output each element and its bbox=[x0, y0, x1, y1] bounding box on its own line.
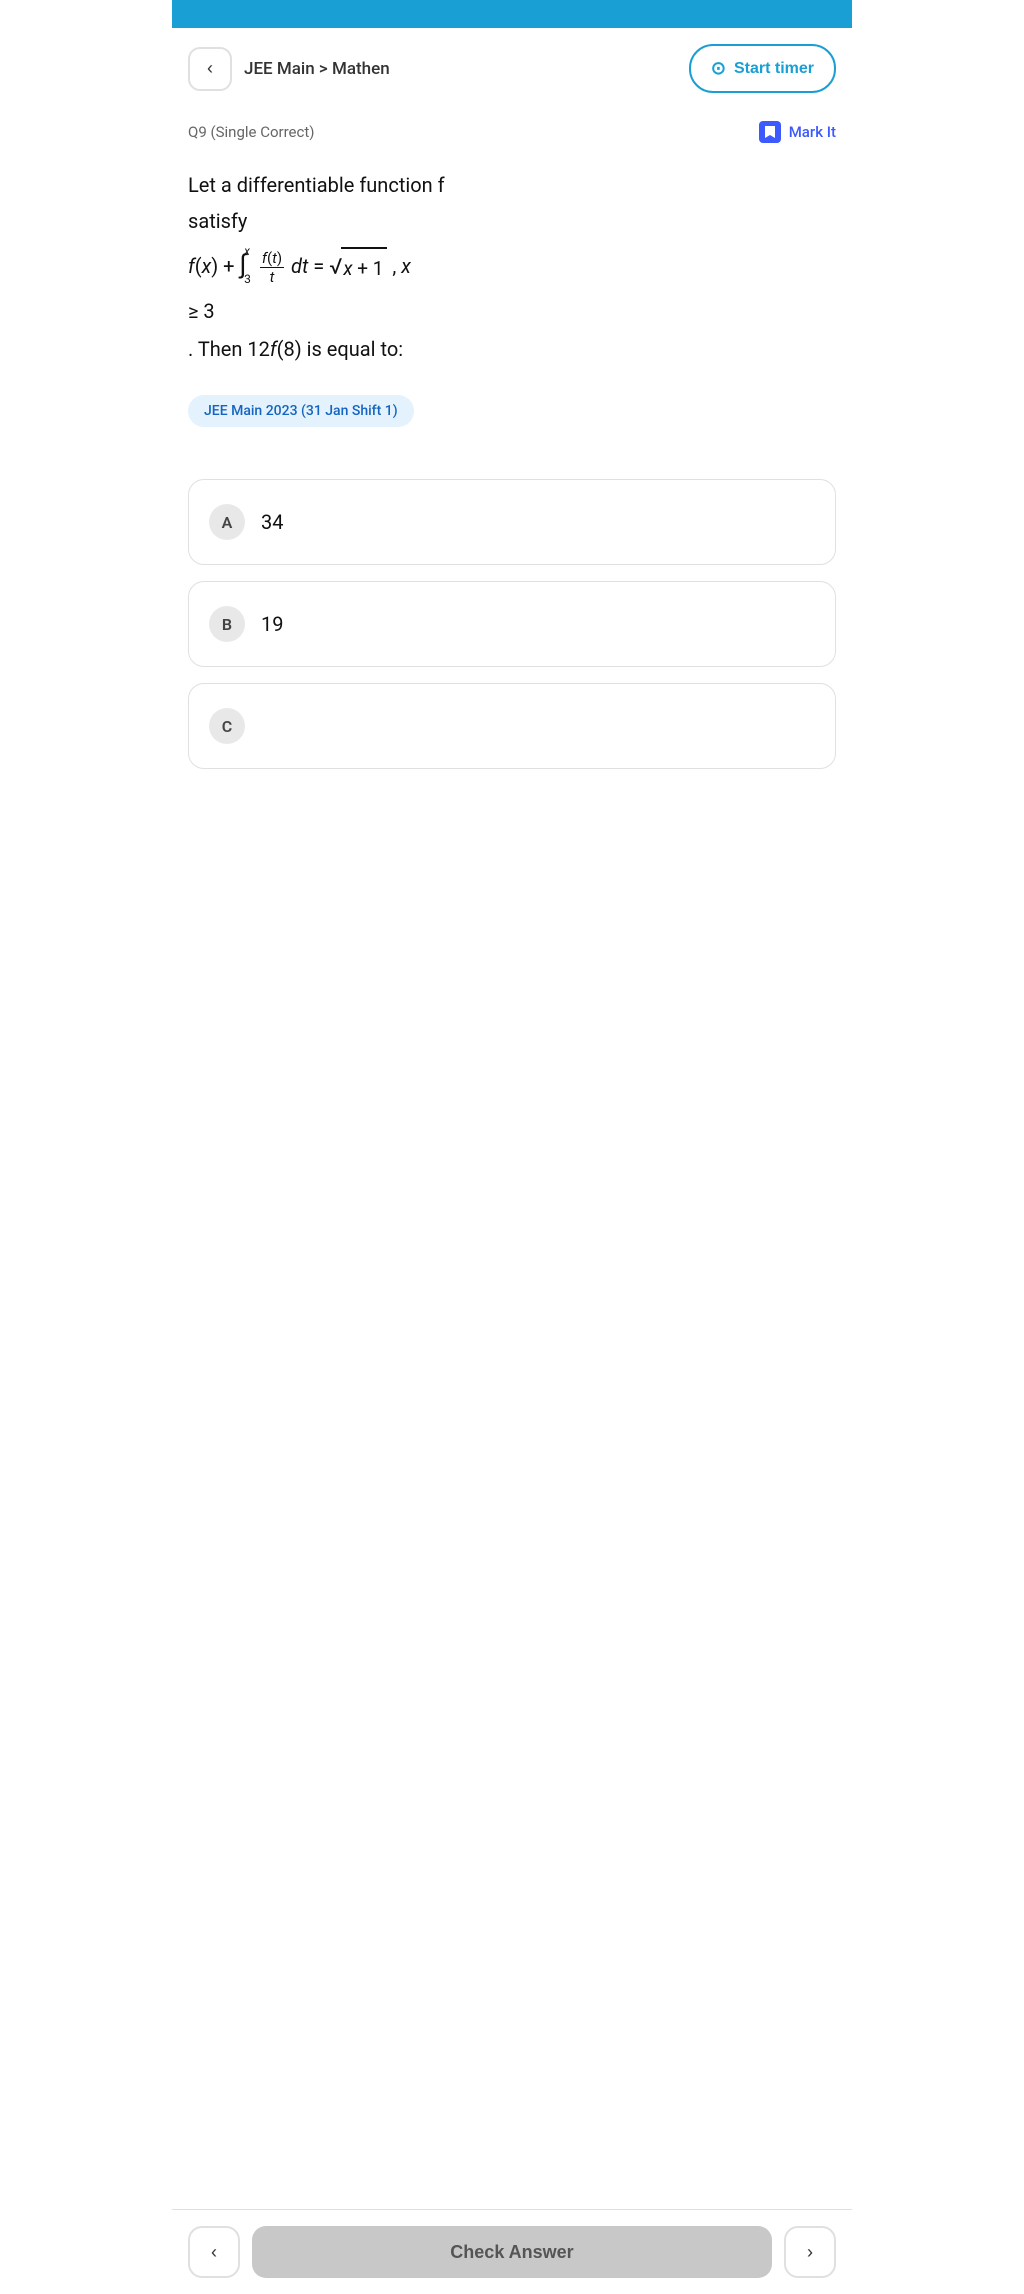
integral-limits: x 3 bbox=[244, 239, 251, 291]
start-timer-button[interactable]: ⊙ Start timer bbox=[689, 44, 836, 93]
option-a-value: 34 bbox=[261, 510, 283, 534]
status-bar bbox=[172, 0, 852, 28]
exam-tag: JEE Main 2023 (31 Jan Shift 1) bbox=[188, 395, 414, 427]
spacer-1 bbox=[172, 443, 852, 463]
option-c-card[interactable]: C bbox=[188, 683, 836, 769]
integral-expression: ∫ x 3 bbox=[239, 239, 252, 291]
question-type: Q9 (Single Correct) bbox=[188, 123, 314, 141]
question-text-line1: Let a differentiable function f bbox=[188, 167, 836, 203]
question-meta: Q9 (Single Correct) Mark It bbox=[172, 109, 852, 151]
check-answer-button[interactable]: Check Answer bbox=[252, 2226, 772, 2278]
bookmark-icon bbox=[759, 121, 781, 143]
option-b-label: B bbox=[209, 606, 245, 642]
integral-upper: x bbox=[244, 239, 251, 263]
option-b-letter: B bbox=[222, 615, 232, 634]
options-container: A 34 B 19 C bbox=[172, 463, 852, 785]
timer-label: Start timer bbox=[734, 60, 814, 78]
fraction-denominator: t bbox=[268, 268, 277, 286]
option-a-card[interactable]: A 34 bbox=[188, 479, 836, 565]
next-icon: › bbox=[807, 2242, 813, 2263]
next-button[interactable]: › bbox=[784, 2226, 836, 2278]
back-button[interactable]: ‹ bbox=[188, 47, 232, 91]
header-left: ‹ JEE Main > Mathen bbox=[188, 47, 390, 91]
sqrt-expression: √ x + 1 bbox=[329, 247, 387, 289]
option-b-card[interactable]: B 19 bbox=[188, 581, 836, 667]
mark-it-label: Mark It bbox=[789, 123, 836, 141]
sqrt-content: x + 1 bbox=[341, 247, 387, 289]
tag-container: JEE Main 2023 (31 Jan Shift 1) bbox=[172, 379, 852, 443]
mark-it-button[interactable]: Mark It bbox=[759, 121, 836, 143]
option-b-value: 19 bbox=[261, 612, 283, 636]
fraction-f-t-over-t: f(t) t bbox=[260, 249, 284, 286]
fraction-numerator: f(t) bbox=[260, 249, 284, 268]
option-a-label: A bbox=[209, 504, 245, 540]
back-icon: ‹ bbox=[207, 58, 213, 79]
timer-icon: ⊙ bbox=[711, 58, 726, 79]
question-body: Let a differentiable function f satisfy … bbox=[172, 151, 852, 379]
header: ‹ JEE Main > Mathen ⊙ Start timer bbox=[172, 28, 852, 109]
q-text-1: Let a differentiable function f bbox=[188, 173, 445, 197]
question-text-line3: . Then 12f(8) is equal to: bbox=[188, 331, 836, 367]
option-a-letter: A bbox=[222, 513, 233, 532]
option-c-letter: C bbox=[222, 717, 232, 736]
option-c-label: C bbox=[209, 708, 245, 744]
q-text-2: satisfy bbox=[188, 209, 247, 233]
question-math-line2: ≥ 3 bbox=[188, 291, 836, 331]
bottom-navigation: ‹ Check Answer › bbox=[172, 2209, 852, 2294]
question-math-line: f(x) + ∫ x 3 f(t) t dt = √ x + 1 , x bbox=[188, 239, 836, 291]
breadcrumb: JEE Main > Mathen bbox=[244, 59, 390, 79]
question-text-line2: satisfy bbox=[188, 203, 836, 239]
prev-button[interactable]: ‹ bbox=[188, 2226, 240, 2278]
prev-icon: ‹ bbox=[211, 2242, 217, 2263]
bottom-spacer bbox=[172, 785, 852, 865]
integral-lower: 3 bbox=[244, 267, 251, 291]
